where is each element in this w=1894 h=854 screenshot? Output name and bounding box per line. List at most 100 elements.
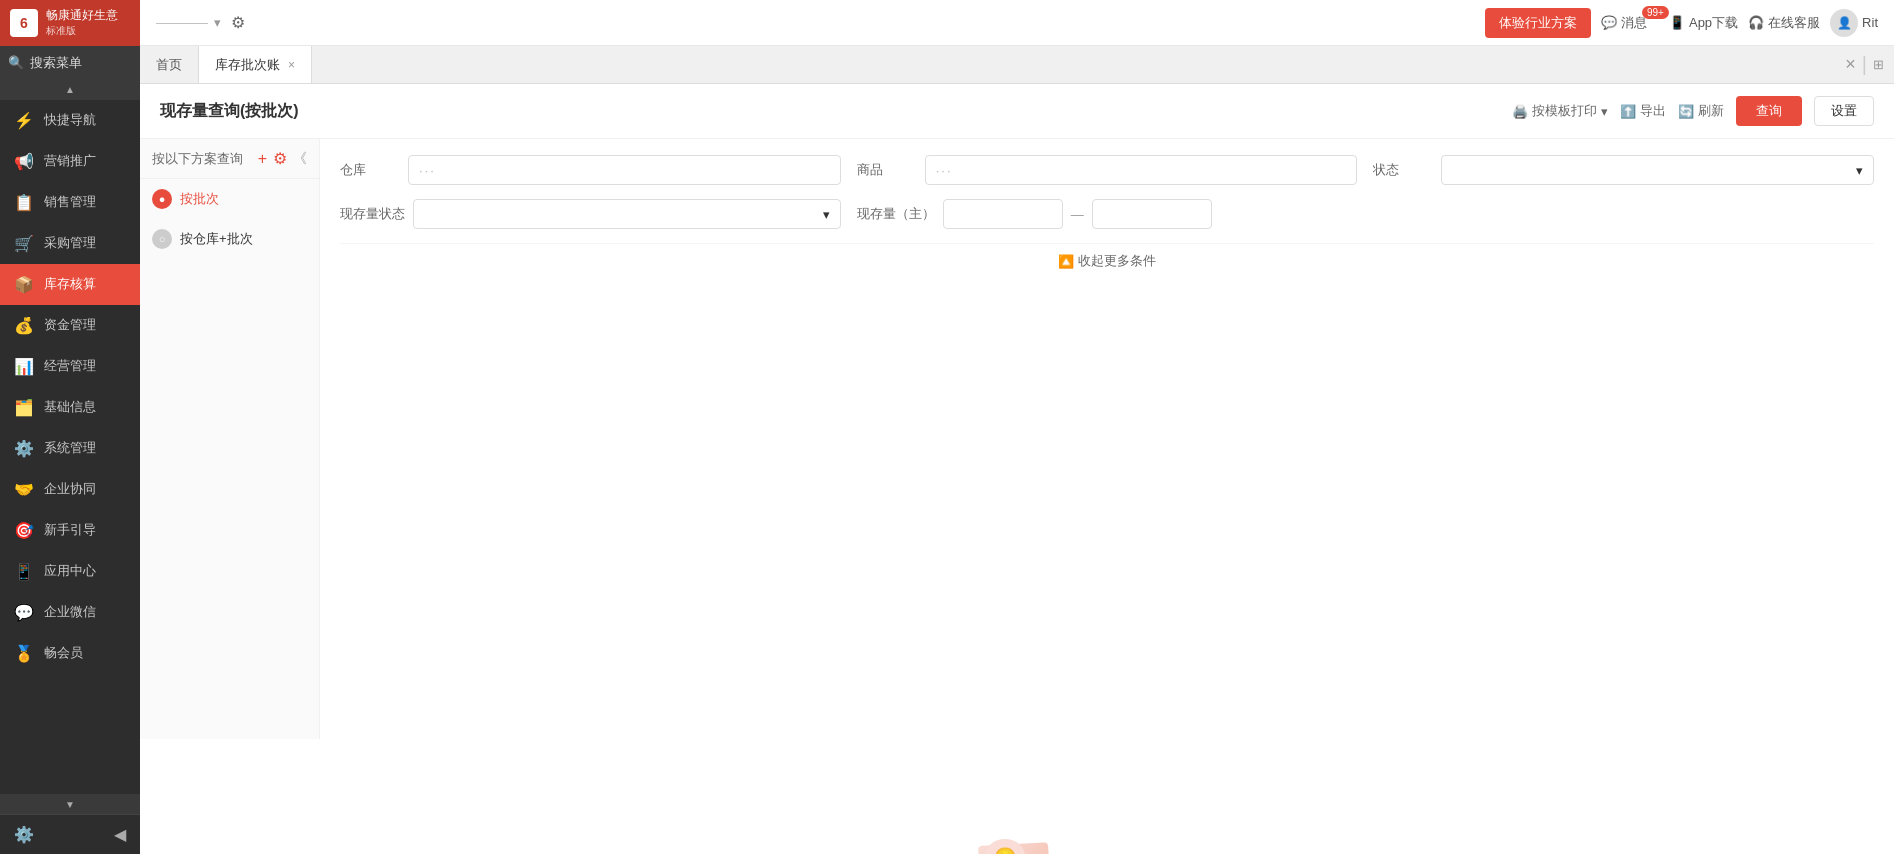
- sales-icon: 📋: [14, 193, 34, 212]
- page-header: 现存量查询(按批次) 🖨️ 按模板打印 ▾ ⬆️ 导出 🔄 刷新: [140, 84, 1894, 139]
- user-label: Rit: [1862, 15, 1878, 30]
- stock-qty-to[interactable]: [1092, 199, 1212, 229]
- sidebar-item-app-center[interactable]: 📱 应用中心: [0, 551, 140, 592]
- sidebar-item-member[interactable]: 🏅 畅会员: [0, 633, 140, 674]
- basic-icon: 🗂️: [14, 398, 34, 417]
- empty-illustration: 😐: [957, 819, 1077, 854]
- sidebar-item-newbie[interactable]: 🎯 新手引导: [0, 510, 140, 551]
- sidebar-item-marketing[interactable]: 📢 营销推广: [0, 141, 140, 182]
- tab-expand-icon[interactable]: ⊞: [1873, 57, 1884, 72]
- print-btn[interactable]: 🖨️ 按模板打印 ▾: [1512, 102, 1608, 120]
- sidebar-item-basic[interactable]: 🗂️ 基础信息: [0, 387, 140, 428]
- app-name: 畅康通好生意: [46, 8, 118, 24]
- sidebar-item-finance[interactable]: 💰 资金管理: [0, 305, 140, 346]
- settings-btn[interactable]: 设置: [1814, 96, 1874, 126]
- scheme-by-batch-icon: ●: [152, 189, 172, 209]
- stock-status-select[interactable]: ▾: [413, 199, 841, 229]
- page-content: 现存量查询(按批次) 🖨️ 按模板打印 ▾ ⬆️ 导出 🔄 刷新: [140, 84, 1894, 854]
- filter-row-2: 现存量状态 ▾ 现存量（主） —: [340, 199, 1874, 229]
- enterprise-icon: 🤝: [14, 480, 34, 499]
- topbar-settings-icon[interactable]: ⚙: [231, 13, 245, 32]
- scheme-item-by-warehouse-batch[interactable]: ○ 按仓库+批次: [140, 219, 319, 259]
- stock-status-dropdown-icon: ▾: [823, 207, 830, 222]
- status-select[interactable]: ▾: [1441, 155, 1874, 185]
- stock-qty-range: —: [943, 199, 1212, 229]
- sidebar: 6 畅康通好生意 标准版 🔍 搜索菜单 ▲ ⚡ 快捷导航 📢 营销推广 📋 销售…: [0, 0, 140, 854]
- tab-batch-account-label: 库存批次账: [215, 56, 280, 74]
- scheme-panel-icons: + ⚙ 《: [258, 149, 307, 168]
- app-download-btn[interactable]: 📱 App下载: [1669, 14, 1738, 32]
- operations-icon: 📊: [14, 357, 34, 376]
- filter-product: 商品 ···: [857, 155, 1358, 185]
- sidebar-item-enterprise[interactable]: 🤝 企业协同: [0, 469, 140, 510]
- product-input[interactable]: ···: [925, 155, 1358, 185]
- warehouse-dots: ···: [419, 163, 436, 178]
- sidebar-item-wechat[interactable]: 💬 企业微信: [0, 592, 140, 633]
- topbar-dropdown-icon[interactable]: ▾: [214, 15, 221, 30]
- sidebar-item-sales[interactable]: 📋 销售管理: [0, 182, 140, 223]
- online-service-btn[interactable]: 🎧 在线客服: [1748, 14, 1820, 32]
- page-header-actions: 🖨️ 按模板打印 ▾ ⬆️ 导出 🔄 刷新 查询 设置: [1512, 96, 1874, 126]
- filter-stock-qty: 现存量（主） —: [857, 199, 1358, 229]
- sidebar-footer: ⚙️ ◀: [0, 814, 140, 854]
- wechat-icon: 💬: [14, 603, 34, 622]
- message-icon: 💬: [1601, 15, 1617, 30]
- sidebar-header: 6 畅康通好生意 标准版: [0, 0, 140, 46]
- tab-home[interactable]: 首页: [140, 46, 199, 83]
- tab-batch-account[interactable]: 库存批次账 ×: [199, 46, 312, 83]
- scheme-item-by-batch[interactable]: ● 按批次: [140, 179, 319, 219]
- filter-area: 仓库 ··· 商品 ··· 状态: [320, 139, 1894, 739]
- filter-warehouse: 仓库 ···: [340, 155, 841, 185]
- stock-qty-label: 现存量（主）: [857, 205, 935, 223]
- breadcrumb-text: ————: [156, 15, 208, 30]
- warehouse-input[interactable]: ···: [408, 155, 841, 185]
- scheme-panel: 按以下方案查询 + ⚙ 《 ● 按批次 ○ 按仓库+批次: [140, 139, 320, 739]
- experience-btn[interactable]: 体验行业方案: [1485, 8, 1591, 38]
- export-icon: ⬆️: [1620, 104, 1636, 119]
- refresh-icon: 🔄: [1678, 104, 1694, 119]
- content-layout: 按以下方案查询 + ⚙ 《 ● 按批次 ○ 按仓库+批次: [140, 139, 1894, 739]
- service-icon: 🎧: [1748, 15, 1764, 30]
- scheme-panel-title: 按以下方案查询: [152, 150, 243, 168]
- finance-icon: 💰: [14, 316, 34, 335]
- avatar-icon: 👤: [1837, 16, 1852, 30]
- stock-status-label: 现存量状态: [340, 205, 405, 223]
- tab-close-btn[interactable]: ×: [288, 58, 295, 72]
- footer-settings-icon[interactable]: ⚙️: [14, 825, 34, 844]
- export-btn[interactable]: ⬆️ 导出: [1620, 102, 1666, 120]
- inventory-icon: 📦: [14, 275, 34, 294]
- sidebar-item-operations[interactable]: 📊 经营管理: [0, 346, 140, 387]
- scheme-collapse-btn[interactable]: 《: [293, 150, 307, 168]
- scheme-settings-btn[interactable]: ⚙: [273, 149, 287, 168]
- sidebar-item-quick-nav[interactable]: ⚡ 快捷导航: [0, 100, 140, 141]
- search-icon: 🔍: [8, 55, 24, 70]
- sidebar-item-inventory[interactable]: 📦 库存核算: [0, 264, 140, 305]
- sidebar-item-purchase[interactable]: 🛒 采购管理: [0, 223, 140, 264]
- search-menu[interactable]: 🔍 搜索菜单: [0, 46, 140, 80]
- user-btn[interactable]: 👤 Rit: [1830, 9, 1878, 37]
- stock-qty-from[interactable]: [943, 199, 1063, 229]
- query-btn[interactable]: 查询: [1736, 96, 1802, 126]
- add-scheme-btn[interactable]: +: [258, 150, 267, 168]
- warehouse-label: 仓库: [340, 161, 400, 179]
- footer-collapse-icon[interactable]: ◀: [114, 825, 126, 844]
- app-logo: 6: [10, 9, 38, 37]
- page-title: 现存量查询(按批次): [160, 101, 299, 122]
- print-dropdown-icon[interactable]: ▾: [1601, 104, 1608, 119]
- purchase-icon: 🛒: [14, 234, 34, 253]
- status-dropdown-icon: ▾: [1856, 163, 1863, 178]
- app-subtitle: 标准版: [46, 24, 118, 38]
- product-label: 商品: [857, 161, 917, 179]
- scroll-up-btn[interactable]: ▲: [0, 80, 140, 100]
- product-dots: ···: [936, 163, 953, 178]
- messages-btn[interactable]: 💬 消息 99+: [1601, 14, 1659, 32]
- scroll-down-btn[interactable]: ▼: [0, 794, 140, 814]
- app-center-icon: 📱: [14, 562, 34, 581]
- collapse-more-btn[interactable]: 🔼 收起更多条件: [1058, 252, 1156, 270]
- breadcrumb: ———— ▾: [156, 15, 221, 30]
- main-area: ———— ▾ ⚙ 体验行业方案 💬 消息 99+ 📱 App下载 🎧 在线客服 …: [140, 0, 1894, 854]
- scheme-panel-header: 按以下方案查询 + ⚙ 《: [140, 139, 319, 179]
- refresh-btn[interactable]: 🔄 刷新: [1678, 102, 1724, 120]
- sidebar-item-system[interactable]: ⚙️ 系统管理: [0, 428, 140, 469]
- page-close-btn[interactable]: ×: [1845, 54, 1856, 75]
